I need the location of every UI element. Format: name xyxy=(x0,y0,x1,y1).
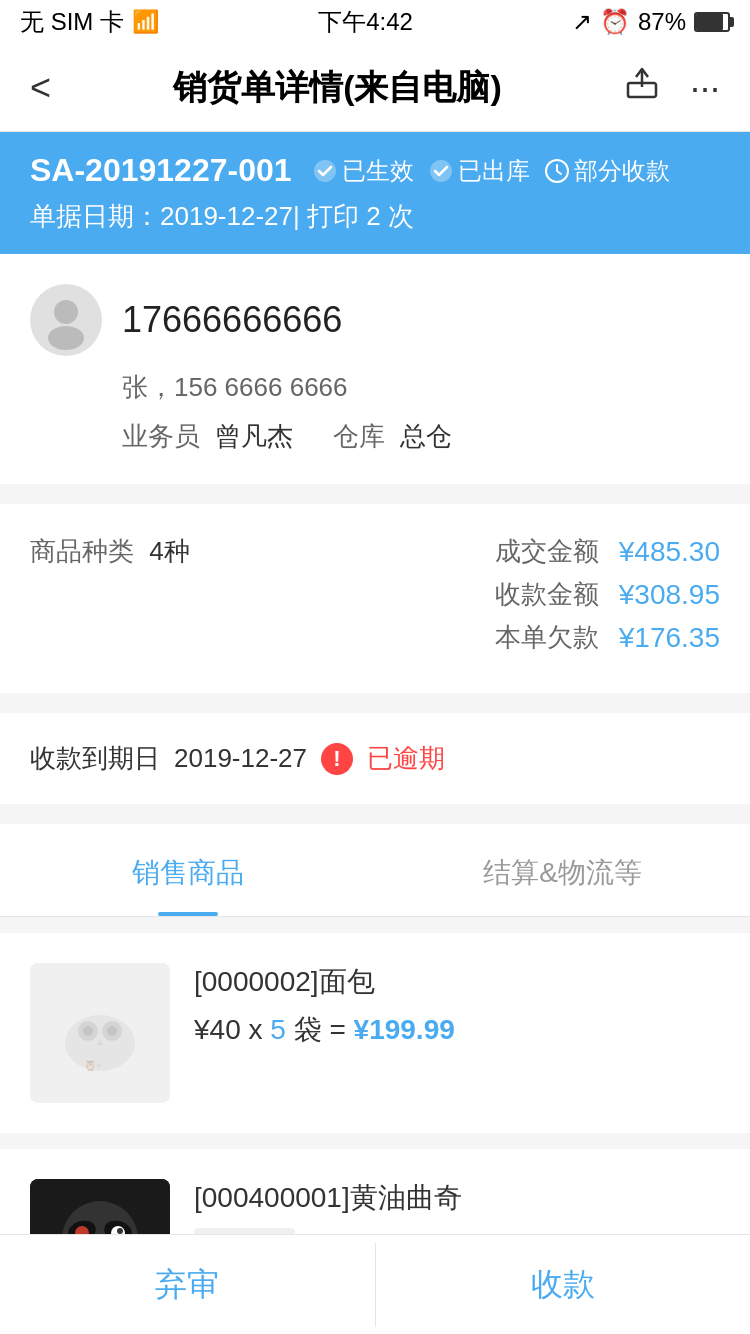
deal-amount-value: ¥485.30 xyxy=(619,536,720,568)
list-item: 🦉+ [0000002]面包 ¥40 x 5 袋 = ¥199.99 xyxy=(0,933,750,1133)
customer-phone: 17666666666 xyxy=(122,299,342,341)
status-partial: 部分收款 xyxy=(544,155,670,187)
product-info-1: [0000002]面包 ¥40 x 5 袋 = ¥199.99 xyxy=(194,963,720,1049)
more-button[interactable]: ··· xyxy=(690,67,720,109)
status-shipped: 已出库 xyxy=(428,155,530,187)
customer-name-phone: 张，156 6666 6666 xyxy=(30,370,720,405)
tabs: 销售商品 结算&物流等 xyxy=(0,824,750,917)
order-date-line: 单据日期：2019-12-27| 打印 2 次 xyxy=(30,199,720,234)
warehouse-info: 仓库 总仓 xyxy=(333,419,452,454)
overdue-icon: ! xyxy=(321,743,353,775)
battery-text: 87% xyxy=(638,8,686,36)
order-id: SA-20191227-001 xyxy=(30,152,292,189)
product-thumbnail-1: 🦉+ xyxy=(30,963,170,1103)
status-bar: 无 SIM 卡 📶 下午4:42 ↗ ⏰ 87% xyxy=(0,0,750,44)
customer-card: 17666666666 张，156 6666 6666 业务员 曾凡杰 仓库 总… xyxy=(0,254,750,484)
product-type-summary: 商品种类 4种 xyxy=(30,534,190,569)
wifi-icon: 📶 xyxy=(132,9,159,35)
overdue-text: 已逾期 xyxy=(367,741,445,776)
status-right: ↗ ⏰ 87% xyxy=(572,8,730,36)
status-effective: 已生效 xyxy=(312,155,414,187)
battery-icon xyxy=(694,12,730,32)
sales-info: 业务员 曾凡杰 xyxy=(122,419,293,454)
svg-point-2 xyxy=(314,160,336,182)
bottom-bar: 弃审 收款 xyxy=(0,1234,750,1334)
owed-amount-label: 本单欠款 xyxy=(495,620,599,655)
tab-products[interactable]: 销售商品 xyxy=(0,824,375,916)
back-button[interactable]: < xyxy=(30,67,51,109)
due-date-label: 收款到期日 xyxy=(30,741,160,776)
avatar xyxy=(30,284,102,356)
collect-button[interactable]: 收款 xyxy=(376,1243,751,1327)
owed-amount-value: ¥176.35 xyxy=(619,622,720,654)
due-date-value: 2019-12-27 xyxy=(174,743,307,774)
status-badges: 已生效 已出库 部分收款 xyxy=(312,155,670,187)
svg-text:🦉+: 🦉+ xyxy=(84,1059,102,1072)
nav-actions: ··· xyxy=(624,65,720,110)
svg-point-11 xyxy=(107,1026,117,1036)
nav-bar: < 销货单详情(来自电脑) ··· xyxy=(0,44,750,132)
share-button[interactable] xyxy=(624,65,660,110)
product-name-1: [0000002]面包 xyxy=(194,963,720,1001)
tab-settlement[interactable]: 结算&物流等 xyxy=(375,824,750,916)
customer-meta: 业务员 曾凡杰 仓库 总仓 xyxy=(30,419,720,454)
product-name-2: [000400001]黄油曲奇 xyxy=(194,1179,720,1217)
page-title: 销货单详情(来自电脑) xyxy=(173,65,502,111)
order-header: SA-20191227-001 已生效 已出库 部分收款 单据日期：2019-1… xyxy=(0,132,750,254)
due-date-card: 收款到期日 2019-12-27 ! 已逾期 xyxy=(0,713,750,804)
alarm-icon: ⏰ xyxy=(600,8,630,36)
svg-point-6 xyxy=(48,326,84,350)
carrier-text: 无 SIM 卡 xyxy=(20,6,124,38)
summary-card: 商品种类 4种 成交金额 ¥485.30 收款金额 ¥308.95 本单欠款 ¥… xyxy=(0,504,750,693)
received-amount-value: ¥308.95 xyxy=(619,579,720,611)
cancel-review-button[interactable]: 弃审 xyxy=(0,1243,376,1327)
status-time: 下午4:42 xyxy=(318,6,413,38)
svg-point-3 xyxy=(430,160,452,182)
svg-point-5 xyxy=(54,300,78,324)
deal-amount-label: 成交金额 xyxy=(495,534,599,569)
svg-point-10 xyxy=(83,1026,93,1036)
location-icon: ↗ xyxy=(572,8,592,36)
product-price-1: ¥40 x 5 袋 = ¥199.99 xyxy=(194,1011,720,1049)
status-left: 无 SIM 卡 📶 xyxy=(20,6,159,38)
amount-summary: 成交金额 ¥485.30 收款金额 ¥308.95 本单欠款 ¥176.35 xyxy=(495,534,720,663)
received-amount-label: 收款金额 xyxy=(495,577,599,612)
